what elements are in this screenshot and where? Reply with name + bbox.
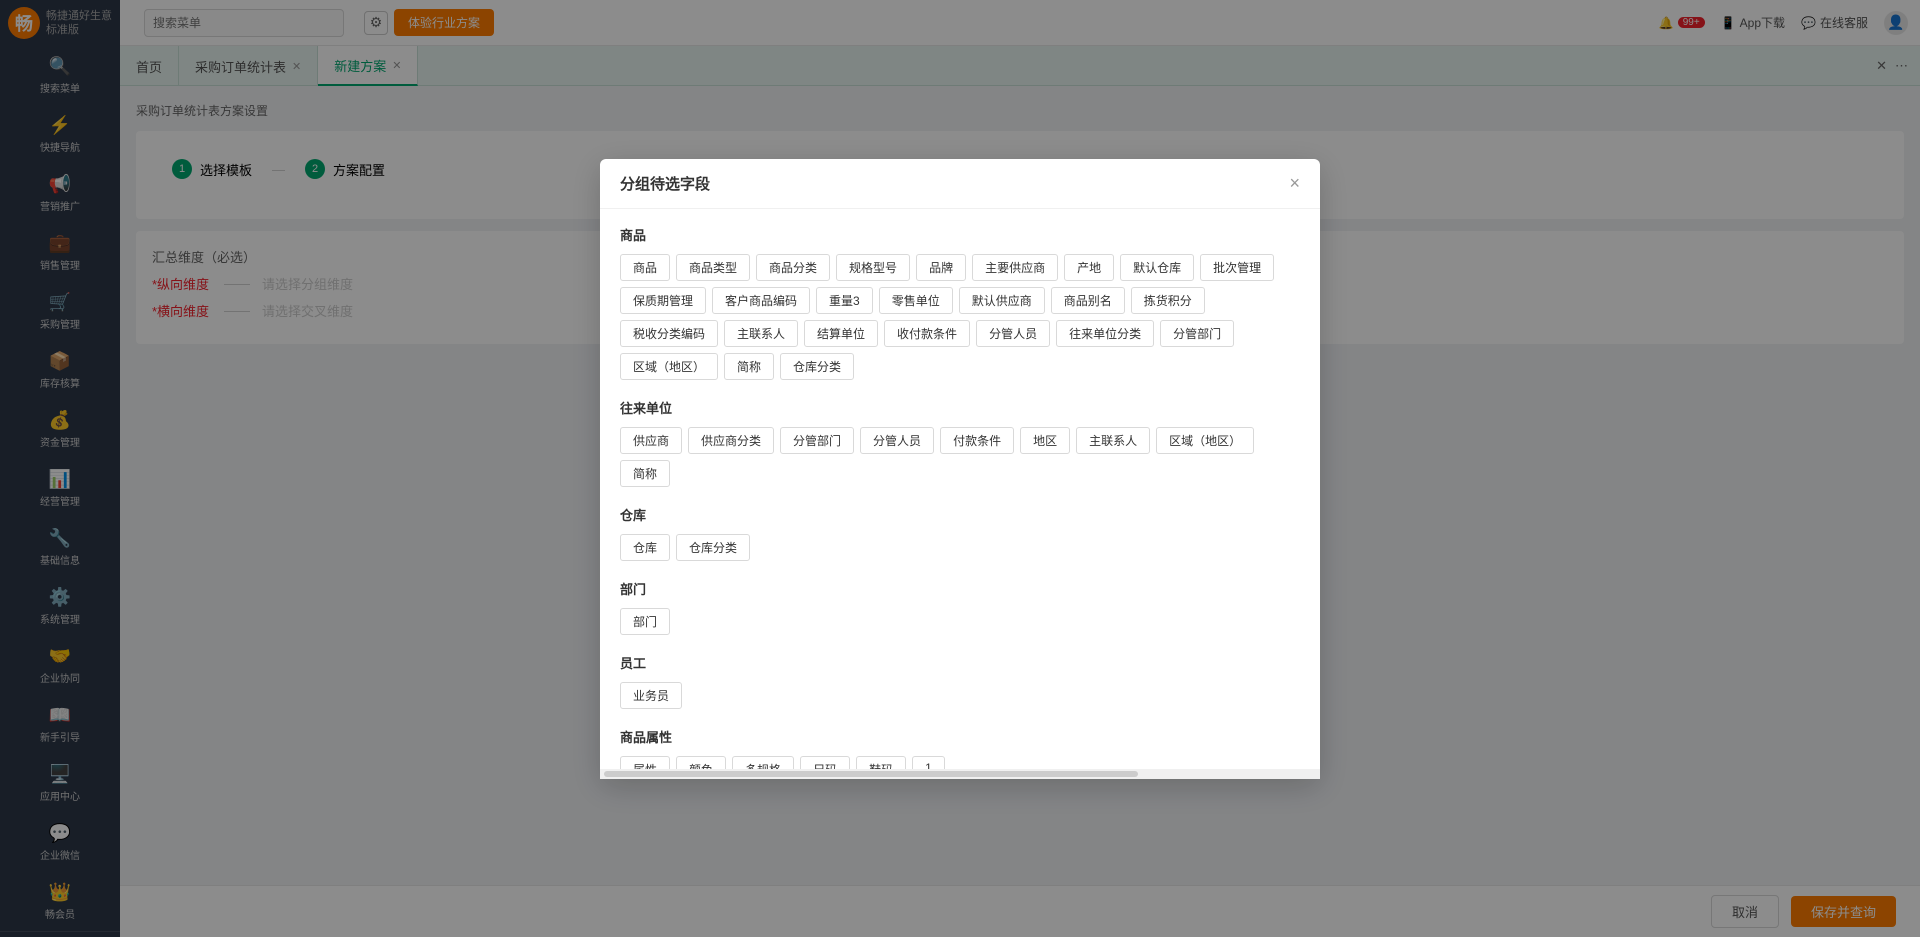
field-tag-3-0[interactable]: 部门 bbox=[620, 608, 670, 635]
field-tag-1-1[interactable]: 供应商分类 bbox=[688, 427, 774, 454]
field-tag-0-19[interactable]: 收付款条件 bbox=[884, 320, 970, 347]
field-tags-4: 业务员 bbox=[620, 682, 1300, 709]
field-tag-0-22[interactable]: 分管部门 bbox=[1160, 320, 1234, 347]
modal-title: 分组待选字段 bbox=[620, 173, 710, 194]
field-tag-5-4[interactable]: 鞋码 bbox=[856, 756, 906, 770]
section-title-4: 员工 bbox=[620, 653, 1300, 672]
field-tag-0-18[interactable]: 结算单位 bbox=[804, 320, 878, 347]
field-tag-0-3[interactable]: 规格型号 bbox=[836, 254, 910, 281]
field-tag-0-14[interactable]: 商品别名 bbox=[1051, 287, 1125, 314]
field-tag-0-15[interactable]: 拣货积分 bbox=[1131, 287, 1205, 314]
field-tag-0-24[interactable]: 简称 bbox=[724, 353, 774, 380]
field-tag-1-7[interactable]: 区域（地区） bbox=[1156, 427, 1254, 454]
field-tag-0-11[interactable]: 重量3 bbox=[816, 287, 873, 314]
field-tag-0-21[interactable]: 往来单位分类 bbox=[1056, 320, 1154, 347]
section-title-2: 仓库 bbox=[620, 505, 1300, 524]
field-tag-1-5[interactable]: 地区 bbox=[1020, 427, 1070, 454]
modal-close-btn[interactable]: × bbox=[1289, 173, 1300, 194]
field-tags-0: 商品商品类型商品分类规格型号品牌主要供应商产地默认仓库批次管理保质期管理客户商品… bbox=[620, 254, 1300, 380]
field-tag-5-1[interactable]: 颜色 bbox=[676, 756, 726, 770]
field-tags-2: 仓库仓库分类 bbox=[620, 534, 1300, 561]
modal-hscroll[interactable] bbox=[600, 769, 1320, 778]
field-tag-0-2[interactable]: 商品分类 bbox=[756, 254, 830, 281]
field-tags-5: 属性颜色多规格尺码鞋码 1 bbox=[620, 756, 1300, 770]
field-tag-5-5[interactable]: 1 bbox=[912, 756, 945, 770]
field-tag-0-1[interactable]: 商品类型 bbox=[676, 254, 750, 281]
field-tag-4-0[interactable]: 业务员 bbox=[620, 682, 682, 709]
field-tag-0-23[interactable]: 区域（地区） bbox=[620, 353, 718, 380]
field-tag-0-17[interactable]: 主联系人 bbox=[724, 320, 798, 347]
field-tag-0-20[interactable]: 分管人员 bbox=[976, 320, 1050, 347]
modal-section-1: 往来单位供应商供应商分类分管部门分管人员付款条件地区主联系人区域（地区） 简称 bbox=[620, 398, 1300, 487]
section-title-5: 商品属性 bbox=[620, 727, 1300, 746]
field-tag-0-8[interactable]: 批次管理 bbox=[1200, 254, 1274, 281]
field-tag-0-9[interactable]: 保质期管理 bbox=[620, 287, 706, 314]
field-tags-1: 供应商供应商分类分管部门分管人员付款条件地区主联系人区域（地区） 简称 bbox=[620, 427, 1300, 487]
field-tag-1-6[interactable]: 主联系人 bbox=[1076, 427, 1150, 454]
field-tag-1-0[interactable]: 供应商 bbox=[620, 427, 682, 454]
field-tag-1-8[interactable]: 简称 bbox=[620, 460, 670, 487]
field-tag-5-2[interactable]: 多规格 bbox=[732, 756, 794, 770]
field-tag-0-25[interactable]: 仓库分类 bbox=[780, 353, 854, 380]
field-tag-0-4[interactable]: 品牌 bbox=[916, 254, 966, 281]
field-tag-1-2[interactable]: 分管部门 bbox=[780, 427, 854, 454]
field-tag-2-1[interactable]: 仓库分类 bbox=[676, 534, 750, 561]
modal-section-4: 员工业务员 bbox=[620, 653, 1300, 709]
field-tag-2-0[interactable]: 仓库 bbox=[620, 534, 670, 561]
field-tag-0-5[interactable]: 主要供应商 bbox=[972, 254, 1058, 281]
field-tag-5-3[interactable]: 尺码 bbox=[800, 756, 850, 770]
modal-section-3: 部门部门 bbox=[620, 579, 1300, 635]
field-tag-0-13[interactable]: 默认供应商 bbox=[959, 287, 1045, 314]
modal-section-5: 商品属性属性颜色多规格尺码鞋码 1 bbox=[620, 727, 1300, 770]
field-tag-0-7[interactable]: 默认仓库 bbox=[1120, 254, 1194, 281]
field-tag-0-12[interactable]: 零售单位 bbox=[879, 287, 953, 314]
modal-header: 分组待选字段 × bbox=[600, 159, 1320, 209]
modal-section-0: 商品商品商品类型商品分类规格型号品牌主要供应商产地默认仓库批次管理保质期管理客户… bbox=[620, 225, 1300, 380]
field-tag-0-16[interactable]: 税收分类编码 bbox=[620, 320, 718, 347]
modal-overlay: 分组待选字段 × 商品商品商品类型商品分类规格型号品牌主要供应商产地默认仓库批次… bbox=[0, 0, 1920, 937]
field-tags-3: 部门 bbox=[620, 608, 1300, 635]
hscroll-thumb bbox=[604, 771, 1138, 777]
section-title-0: 商品 bbox=[620, 225, 1300, 244]
field-tag-0-6[interactable]: 产地 bbox=[1064, 254, 1114, 281]
modal-body[interactable]: 商品商品商品类型商品分类规格型号品牌主要供应商产地默认仓库批次管理保质期管理客户… bbox=[600, 209, 1320, 770]
field-tag-0-0[interactable]: 商品 bbox=[620, 254, 670, 281]
field-tag-0-10[interactable]: 客户商品编码 bbox=[712, 287, 810, 314]
modal: 分组待选字段 × 商品商品商品类型商品分类规格型号品牌主要供应商产地默认仓库批次… bbox=[600, 159, 1320, 779]
field-tag-1-3[interactable]: 分管人员 bbox=[860, 427, 934, 454]
field-tag-1-4[interactable]: 付款条件 bbox=[940, 427, 1014, 454]
modal-section-2: 仓库仓库仓库分类 bbox=[620, 505, 1300, 561]
section-title-3: 部门 bbox=[620, 579, 1300, 598]
field-tag-5-0[interactable]: 属性 bbox=[620, 756, 670, 770]
section-title-1: 往来单位 bbox=[620, 398, 1300, 417]
